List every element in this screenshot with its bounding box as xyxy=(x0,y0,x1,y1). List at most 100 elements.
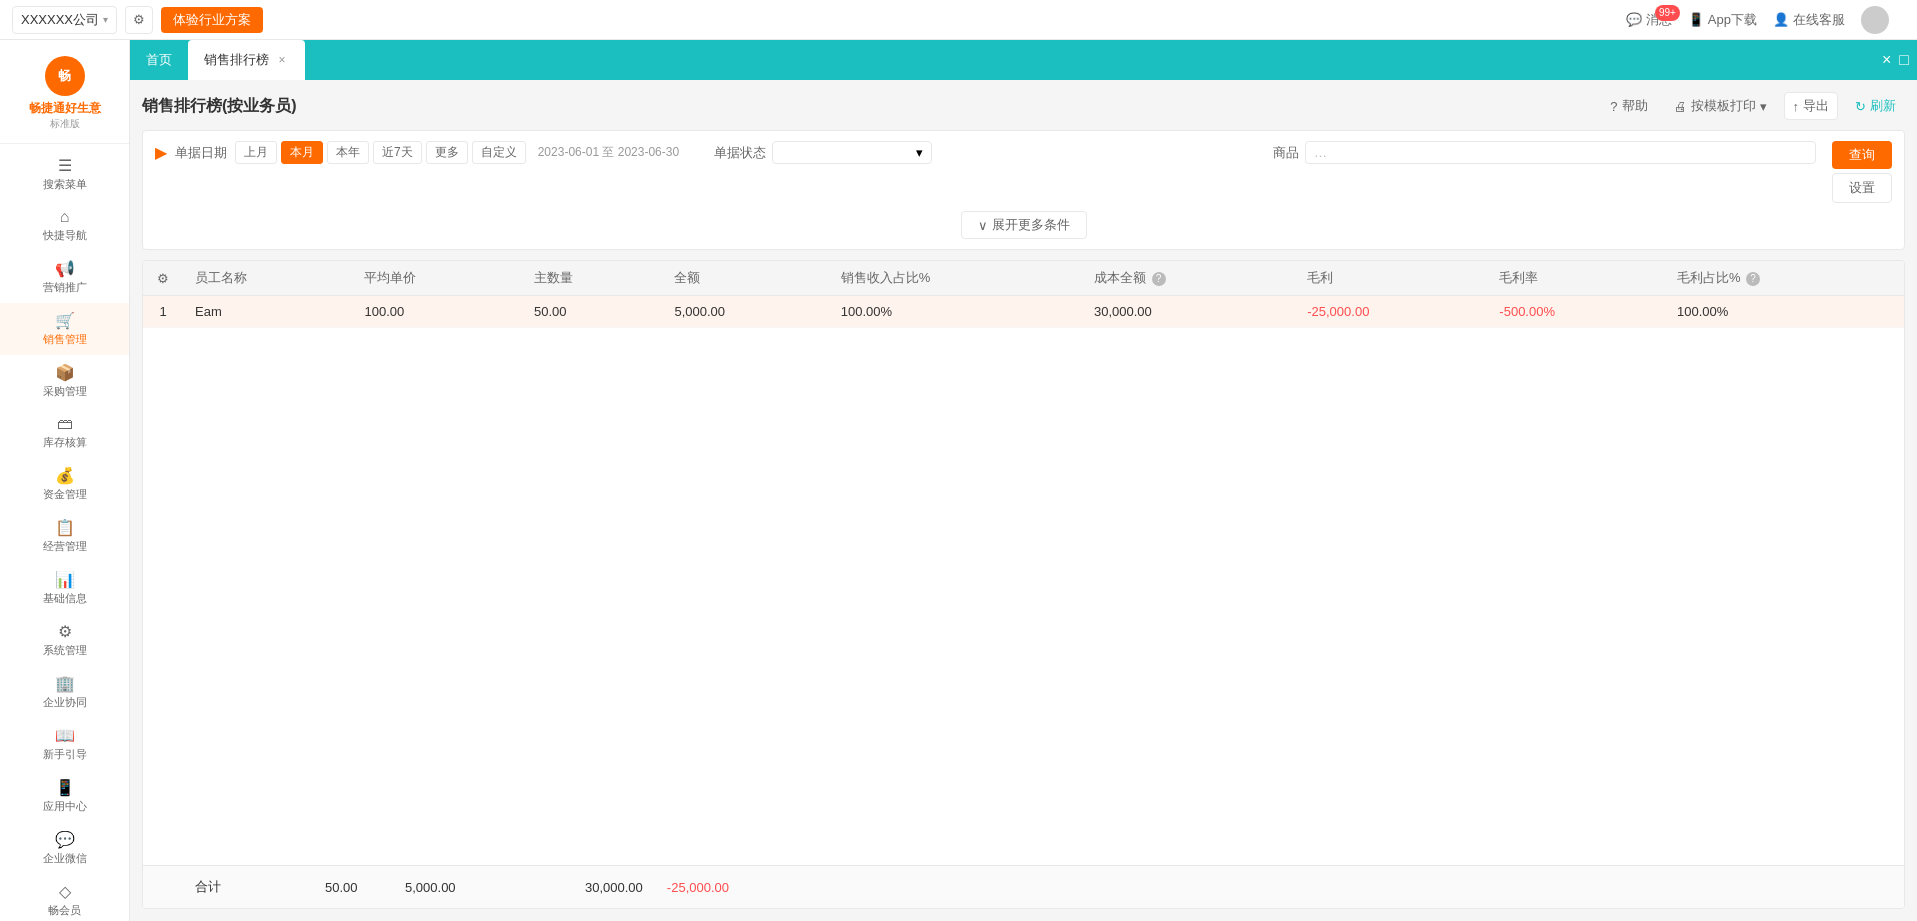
table-col-sales-pct: 销售收入占比% xyxy=(829,261,1082,296)
query-buttons: 查询 设置 xyxy=(1832,141,1892,203)
sidebar-item-enterprise[interactable]: 🏢 企业协同 xyxy=(0,666,129,718)
table-col-rank: 员工名称 xyxy=(183,261,352,296)
page-actions: ? 帮助 🖨 按模板打印 ▾ ↑ 导出 ↻ 刷新 xyxy=(1601,92,1905,120)
logo-char: 畅 xyxy=(58,67,71,85)
tab-window-max-icon[interactable]: □ xyxy=(1899,51,1909,69)
expand-button[interactable]: ∨ 展开更多条件 xyxy=(961,211,1087,239)
table-col-amount: 全额 xyxy=(662,261,828,296)
online-service-button[interactable]: 👤 在线客服 xyxy=(1773,11,1845,29)
sales-icon: 🛒 xyxy=(55,311,75,330)
sidebar-item-finance[interactable]: 💰 资金管理 xyxy=(0,458,129,510)
footer-empty-rank xyxy=(143,883,183,891)
tab-bar: 首页 销售排行榜 × × □ xyxy=(130,40,1917,80)
table-header-row: ⚙ 员工名称 平均单价 主数量 全额 销售收入占比% 成本全额 ? xyxy=(143,261,1904,296)
sidebar-item-marketing[interactable]: 📢 营销推广 xyxy=(0,251,129,303)
sidebar-item-search[interactable]: ☰ 搜索菜单 xyxy=(0,148,129,200)
tab-label: 销售排行榜 xyxy=(204,51,269,69)
settings-button[interactable]: 设置 xyxy=(1832,173,1892,203)
table-col-settings[interactable]: ⚙ xyxy=(143,261,183,296)
print-button[interactable]: 🖨 按模板打印 ▾ xyxy=(1665,92,1776,120)
date-btn-this-year[interactable]: 本年 xyxy=(327,141,369,164)
app-label: App下载 xyxy=(1708,11,1757,29)
logo-icon: 畅 xyxy=(45,56,85,96)
filter-expand-arrow[interactable]: ▶ xyxy=(155,143,167,162)
footer-amount: 5,000.00 xyxy=(393,876,473,899)
table-body: 1 Eam 100.00 50.00 5,000.00 100.00% 30,0… xyxy=(143,296,1904,328)
table-col-qty: 主数量 xyxy=(522,261,662,296)
date-btn-last-month[interactable]: 上月 xyxy=(235,141,277,164)
enterprise-icon: 🏢 xyxy=(55,674,75,693)
top-header: XXXXXX公司 ▾ ⚙ 体验行业方案 💬 消息 99+ 📱 App下载 👤 在… xyxy=(0,0,1917,40)
member-icon: ◇ xyxy=(59,882,71,901)
gross-pct-info-icon[interactable]: ? xyxy=(1746,272,1760,286)
chevron-down-icon: ▾ xyxy=(103,14,108,25)
sidebar-label-basic: 基础信息 xyxy=(43,591,87,606)
cost-info-icon[interactable]: ? xyxy=(1152,272,1166,286)
apps-icon: 📱 xyxy=(55,778,75,797)
query-button[interactable]: 查询 xyxy=(1832,141,1892,169)
export-button[interactable]: ↑ 导出 xyxy=(1784,92,1839,120)
table-footer: 合计 50.00 5,000.00 30,000.00 -25,000.00 xyxy=(143,865,1904,908)
sidebar-label-system: 系统管理 xyxy=(43,643,87,658)
date-btn-more[interactable]: 更多 xyxy=(426,141,468,164)
cell-cost: 30,000.00 xyxy=(1082,296,1295,328)
refresh-label: 刷新 xyxy=(1870,97,1896,115)
logo-text: 畅捷通好生意 xyxy=(29,100,101,117)
sidebar: 畅 畅捷通好生意 标准版 ☰ 搜索菜单 ⌂ 快捷导航 📢 营销推广 🛒 销售管理… xyxy=(0,40,130,921)
content-area: 首页 销售排行榜 × × □ 销售排行榜(按业务员) ? 帮助 xyxy=(130,40,1917,921)
footer-avg-price xyxy=(233,883,313,891)
footer-qty: 50.00 xyxy=(313,876,393,899)
table-scroll[interactable]: ⚙ 员工名称 平均单价 主数量 全额 销售收入占比% 成本全额 ? xyxy=(143,261,1904,865)
sidebar-item-sales[interactable]: 🛒 销售管理 xyxy=(0,303,129,355)
company-selector[interactable]: XXXXXX公司 ▾ xyxy=(12,6,117,34)
page-content: 销售排行榜(按业务员) ? 帮助 🖨 按模板打印 ▾ ↑ 导出 xyxy=(130,80,1917,921)
tab-sales-ranking[interactable]: 销售排行榜 × xyxy=(188,40,305,80)
help-button[interactable]: ? 帮助 xyxy=(1601,92,1656,120)
sidebar-item-purchase[interactable]: 📦 采购管理 xyxy=(0,355,129,407)
expand-label: 展开更多条件 xyxy=(992,216,1070,234)
tab-close-icon[interactable]: × xyxy=(275,53,289,67)
avatar[interactable] xyxy=(1861,6,1889,34)
table-col-gross: 毛利 xyxy=(1295,261,1487,296)
finance-icon: 💰 xyxy=(55,466,75,485)
table-area: ⚙ 员工名称 平均单价 主数量 全额 销售收入占比% 成本全额 ? xyxy=(142,260,1905,909)
sidebar-item-apps[interactable]: 📱 应用中心 xyxy=(0,770,129,822)
footer-gross: -25,000.00 xyxy=(655,876,741,899)
sidebar-label-apps: 应用中心 xyxy=(43,799,87,814)
sidebar-item-wechat[interactable]: 💬 企业微信 xyxy=(0,822,129,874)
table-row: 1 Eam 100.00 50.00 5,000.00 100.00% 30,0… xyxy=(143,296,1904,328)
date-btn-custom[interactable]: 自定义 xyxy=(472,141,526,164)
tab-window-close-icon[interactable]: × xyxy=(1882,51,1891,69)
header-right: 💬 消息 99+ 📱 App下载 👤 在线客服 xyxy=(1626,6,1905,34)
footer-label: 合计 xyxy=(183,874,233,900)
message-badge: 99+ xyxy=(1655,5,1680,21)
sidebar-label-purchase: 采购管理 xyxy=(43,384,87,399)
footer-cost: 30,000.00 xyxy=(573,876,655,899)
company-settings-button[interactable]: ⚙ xyxy=(125,6,153,34)
message-button[interactable]: 💬 消息 99+ xyxy=(1626,11,1672,29)
refresh-button[interactable]: ↻ 刷新 xyxy=(1846,92,1905,120)
sidebar-item-guide[interactable]: 📖 新手引导 xyxy=(0,718,129,770)
tab-home[interactable]: 首页 xyxy=(130,40,188,80)
trial-button[interactable]: 体验行业方案 xyxy=(161,7,263,33)
sidebar-item-shortcut[interactable]: ⌂ 快捷导航 xyxy=(0,200,129,251)
sidebar-item-member[interactable]: ◇ 畅会员 xyxy=(0,874,129,921)
export-icon: ↑ xyxy=(1793,99,1800,114)
sidebar-label-sales: 销售管理 xyxy=(43,332,87,347)
app-download-button[interactable]: 📱 App下载 xyxy=(1688,11,1757,29)
sidebar-item-operations[interactable]: 📋 经营管理 xyxy=(0,510,129,562)
data-table: ⚙ 员工名称 平均单价 主数量 全额 销售收入占比% 成本全额 ? xyxy=(143,261,1904,328)
status-select[interactable]: ▾ xyxy=(772,141,932,164)
print-icon: 🖨 xyxy=(1674,99,1687,114)
cell-gross-rate: -500.00% xyxy=(1487,296,1665,328)
footer-sales-pct xyxy=(473,883,573,891)
date-btn-this-month[interactable]: 本月 xyxy=(281,141,323,164)
sidebar-item-system[interactable]: ⚙ 系统管理 xyxy=(0,614,129,666)
goods-input[interactable]: … xyxy=(1305,141,1816,164)
sidebar-item-inventory[interactable]: 🗃 库存核算 xyxy=(0,407,129,458)
help-icon: ? xyxy=(1610,99,1617,114)
sidebar-item-basic[interactable]: 📊 基础信息 xyxy=(0,562,129,614)
tab-home-label: 首页 xyxy=(146,51,172,69)
cell-name: Eam xyxy=(183,296,352,328)
date-btn-7days[interactable]: 近7天 xyxy=(373,141,422,164)
